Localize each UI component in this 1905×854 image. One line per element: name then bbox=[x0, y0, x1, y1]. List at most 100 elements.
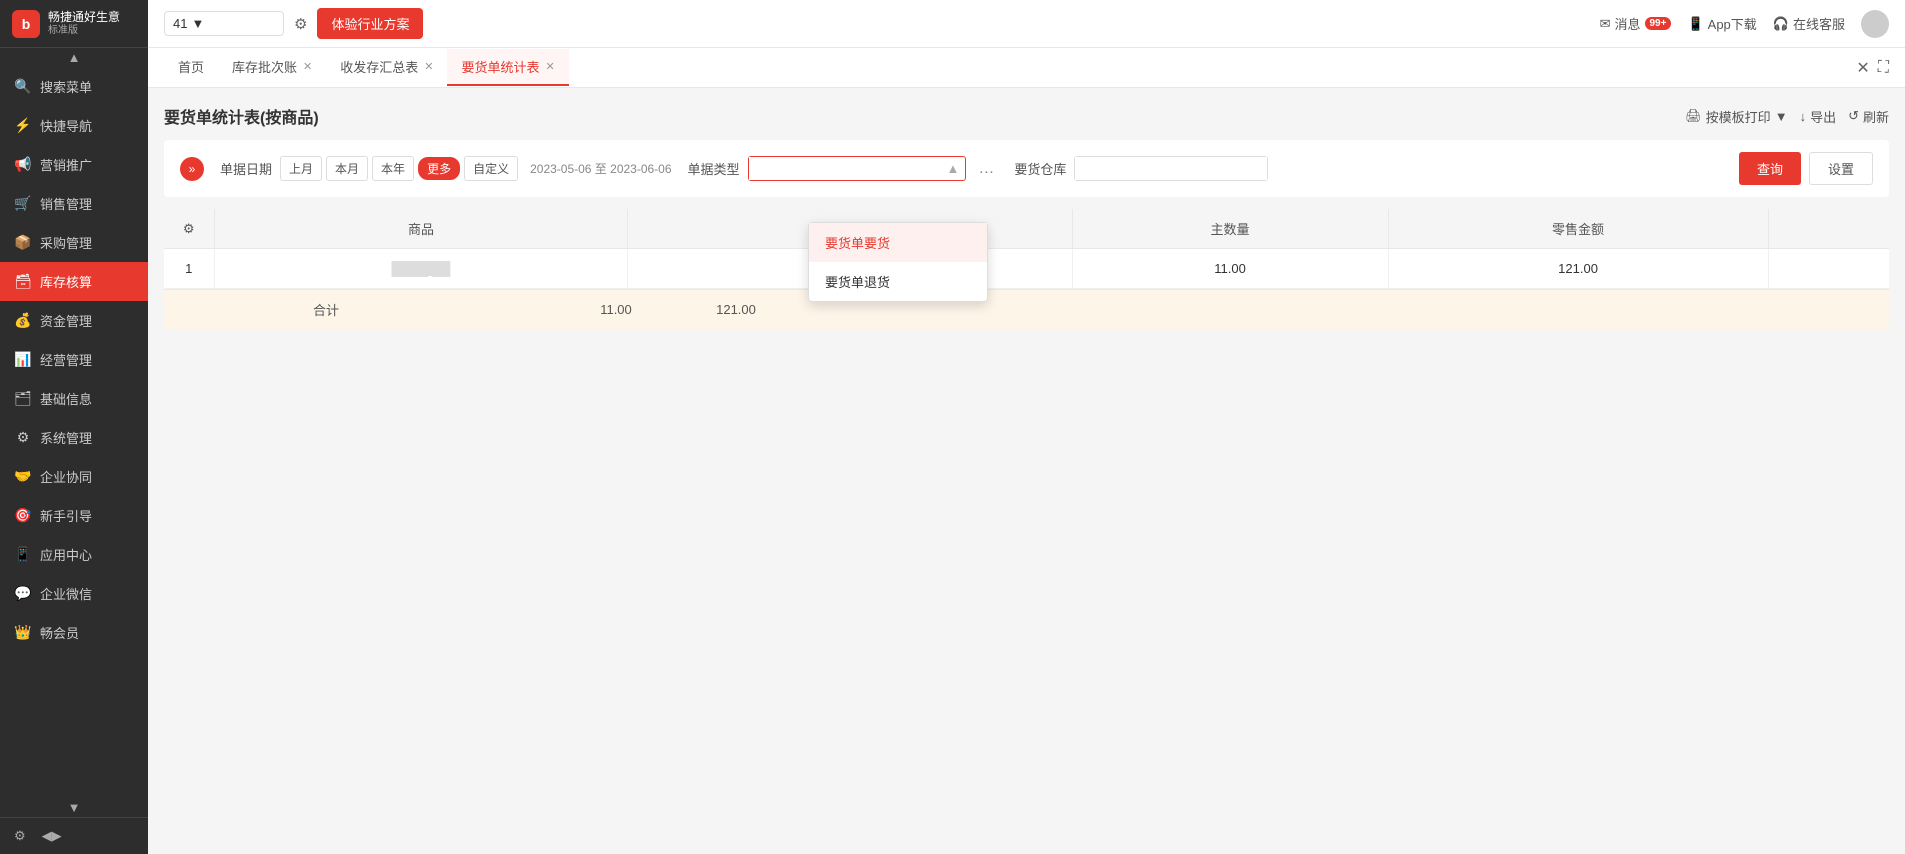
table-header-row: ⚙ 商品 主计量单位 主数量 零售金额 bbox=[164, 209, 1889, 249]
sidebar-item-apps[interactable]: 📱 应用中心 bbox=[0, 535, 148, 574]
print-icon: 🖨 bbox=[1685, 108, 1702, 124]
date-btn-custom[interactable]: 自定义 bbox=[464, 156, 518, 181]
cell-amount: 121.00 bbox=[1388, 249, 1768, 289]
topbar-settings-icon[interactable]: ⚙ bbox=[294, 15, 307, 33]
app-download-btn[interactable]: 📱 App下载 bbox=[1687, 14, 1756, 33]
message-label: 消息 bbox=[1614, 14, 1640, 33]
tab-requisition-stat-close[interactable]: ✕ bbox=[546, 60, 555, 73]
sidebar-scroll-up[interactable]: ▲ bbox=[0, 48, 148, 67]
tab-receive-summary-close[interactable]: ✕ bbox=[424, 60, 433, 73]
sidebar-menu: 🔍搜索菜单⚡快捷导航📢营销推广🛒销售管理📦采购管理🗃库存核算💰资金管理📊经营管理… bbox=[0, 67, 148, 798]
date-options: 上月 本月 本年 更多 自定义 bbox=[280, 156, 518, 181]
date-range: 2023-05-06 至 2023-06-06 bbox=[530, 160, 671, 177]
sidebar-item-operation[interactable]: 📊经营管理 bbox=[0, 340, 148, 379]
sidebar-item-purchase[interactable]: 📦采购管理 bbox=[0, 223, 148, 262]
tab-inventory-batch[interactable]: 库存批次账 ✕ bbox=[218, 49, 326, 86]
user-avatar[interactable] bbox=[1861, 10, 1889, 38]
sidebar-label-wechat: 企业微信 bbox=[40, 584, 92, 603]
doctype-input-wrap: ▲ bbox=[748, 156, 967, 181]
date-btn-up[interactable]: 上月 bbox=[280, 156, 322, 181]
filter-doctype-group: 单据类型 ▲ … bbox=[688, 156, 999, 181]
tab-home[interactable]: 首页 bbox=[164, 49, 218, 86]
trial-btn[interactable]: 体验行业方案 bbox=[317, 8, 423, 39]
filter-settings-btn[interactable]: 设置 bbox=[1809, 152, 1873, 185]
doctype-clear-icon[interactable]: ▲ bbox=[941, 161, 966, 176]
export-icon: ↓ bbox=[1800, 109, 1807, 124]
date-btn-current[interactable]: 本月 bbox=[326, 156, 368, 181]
online-service-btn[interactable]: 🎧 在线客服 bbox=[1773, 14, 1845, 33]
sidebar-label-apps: 应用中心 bbox=[40, 545, 92, 564]
tab-inventory-batch-close[interactable]: ✕ bbox=[303, 60, 312, 73]
cell-product: ████ ██ bbox=[214, 249, 628, 289]
doctype-label: 单据类型 bbox=[688, 159, 740, 178]
query-btn[interactable]: 查询 bbox=[1739, 152, 1801, 185]
warehouse-input[interactable] bbox=[1075, 157, 1267, 180]
sidebar-item-member[interactable]: 👑畅会员 bbox=[0, 613, 148, 652]
col-quantity: 主数量 bbox=[1072, 209, 1388, 249]
doctype-more-icon[interactable]: … bbox=[974, 160, 998, 178]
store-number: 41 bbox=[173, 16, 187, 31]
dropdown-item-return[interactable]: 要货单退货 bbox=[809, 262, 987, 301]
col-settings[interactable]: ⚙ bbox=[164, 209, 214, 249]
warehouse-input-wrap bbox=[1074, 156, 1268, 181]
sidebar-item-inventory[interactable]: 🗃库存核算 bbox=[0, 262, 148, 301]
sidebar-label-operation: 经营管理 bbox=[40, 350, 92, 369]
sidebar-item-marketing[interactable]: 📢营销推广 bbox=[0, 145, 148, 184]
doctype-input[interactable] bbox=[749, 157, 941, 180]
sidebar-item-finance[interactable]: 💰资金管理 bbox=[0, 301, 148, 340]
print-label: 按模板打印 bbox=[1706, 107, 1771, 126]
sidebar-icon-enterprise: 🤝 bbox=[14, 468, 32, 485]
message-btn[interactable]: ✉ 消息 99+ bbox=[1600, 14, 1672, 33]
sidebar-item-sales[interactable]: 🛒销售管理 bbox=[0, 184, 148, 223]
tab-maximize-btn[interactable]: ⛶ bbox=[1878, 59, 1889, 77]
export-label: 导出 bbox=[1810, 107, 1836, 126]
dropdown-item-requisition[interactable]: 要货单要货 bbox=[809, 223, 987, 262]
sidebar-item-quick-nav[interactable]: ⚡快捷导航 bbox=[0, 106, 148, 145]
sidebar-icon-finance: 💰 bbox=[14, 312, 32, 329]
print-chevron-icon: ▼ bbox=[1775, 109, 1788, 124]
print-btn[interactable]: 🖨 按模板打印 ▼ bbox=[1685, 107, 1787, 126]
sidebar-label-enterprise: 企业协同 bbox=[40, 467, 92, 486]
sidebar-item-search[interactable]: 🔍搜索菜单 bbox=[0, 67, 148, 106]
sidebar-icon-sales: 🛒 bbox=[14, 195, 32, 212]
sidebar-label-system: 系统管理 bbox=[40, 428, 92, 447]
tab-requisition-stat-label: 要货单统计表 bbox=[461, 57, 539, 76]
cell-extra bbox=[1768, 249, 1889, 289]
footer-settings-icon[interactable]: ⚙ bbox=[14, 828, 26, 844]
topbar-right: ✉ 消息 99+ 📱 App下载 🎧 在线客服 bbox=[1600, 10, 1889, 38]
date-btn-more[interactable]: 更多 bbox=[418, 157, 460, 180]
sidebar-item-system[interactable]: ⚙系统管理 bbox=[0, 418, 148, 457]
footer-collapse-icon[interactable]: ◀▶ bbox=[42, 828, 62, 844]
sidebar-label-guide: 新手引导 bbox=[40, 506, 92, 525]
sidebar-item-basic[interactable]: 🗂基础信息 bbox=[0, 379, 148, 418]
tab-close-all-btn[interactable]: ✕ bbox=[1856, 58, 1869, 78]
date-label: 单据日期 bbox=[220, 159, 272, 178]
filter-expand-btn[interactable]: » bbox=[180, 157, 204, 181]
app-download-label: App下载 bbox=[1708, 14, 1757, 33]
sidebar-label-marketing: 营销推广 bbox=[40, 155, 92, 174]
sidebar-item-wechat[interactable]: 💬 企业微信 bbox=[0, 574, 148, 613]
message-badge: 99+ bbox=[1645, 17, 1672, 30]
sidebar-icon-member: 👑 bbox=[14, 624, 32, 641]
tab-receive-summary[interactable]: 收发存汇总表 ✕ bbox=[326, 49, 447, 86]
footer-label: 合计 bbox=[226, 300, 426, 319]
export-btn[interactable]: ↓ 导出 bbox=[1800, 107, 1837, 126]
sidebar-scroll-down[interactable]: ▼ bbox=[0, 798, 148, 817]
tab-requisition-stat[interactable]: 要货单统计表 ✕ bbox=[447, 49, 568, 86]
table-body: 1 ████ ██ 块 11.00 121.00 bbox=[164, 249, 1889, 289]
topbar-left: 41 ▼ ⚙ 体验行业方案 bbox=[164, 8, 1588, 39]
sidebar-item-guide[interactable]: 🎯新手引导 bbox=[0, 496, 148, 535]
date-btn-year[interactable]: 本年 bbox=[372, 156, 414, 181]
sidebar-label-purchase: 采购管理 bbox=[40, 233, 92, 252]
topbar: 41 ▼ ⚙ 体验行业方案 ✉ 消息 99+ 📱 App下载 🎧 在线客服 bbox=[148, 0, 1905, 48]
sidebar-icon-apps: 📱 bbox=[14, 546, 32, 563]
sidebar-item-enterprise[interactable]: 🤝 企业协同 bbox=[0, 457, 148, 496]
sidebar-icon-quick-nav: ⚡ bbox=[14, 117, 32, 134]
main-area: 41 ▼ ⚙ 体验行业方案 ✉ 消息 99+ 📱 App下载 🎧 在线客服 bbox=[148, 0, 1905, 854]
refresh-btn[interactable]: ↺ 刷新 bbox=[1848, 107, 1889, 126]
page-actions: 🖨 按模板打印 ▼ ↓ 导出 ↺ 刷新 bbox=[1685, 107, 1889, 126]
store-select[interactable]: 41 ▼ bbox=[164, 11, 284, 36]
sidebar-icon-wechat: 💬 bbox=[14, 585, 32, 602]
filter-date-group: 单据日期 上月 本月 本年 更多 自定义 2023-05-06 至 2023-0… bbox=[220, 156, 672, 181]
store-chevron-icon: ▼ bbox=[191, 16, 204, 31]
